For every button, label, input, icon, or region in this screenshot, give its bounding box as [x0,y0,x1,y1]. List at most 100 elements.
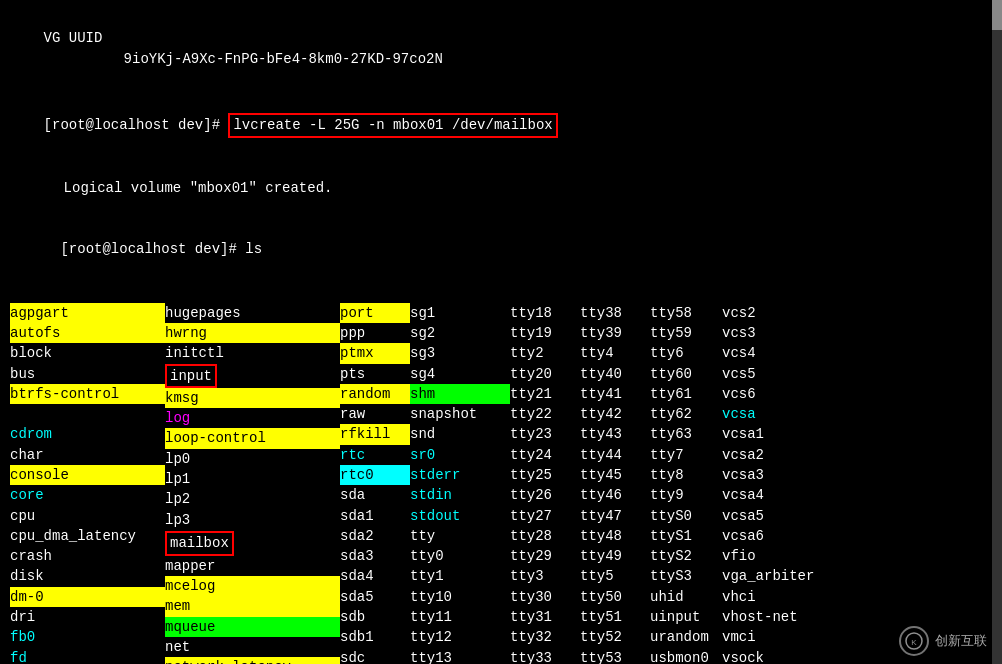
ls-item: vcsa4 [722,485,832,505]
ls-item: tty18 [510,303,580,323]
svg-text:K: K [911,638,917,647]
ls-item: snapshot [410,404,510,424]
ls-item: disk [10,566,165,586]
ls-item: sdc [340,648,410,664]
ls-col3: port ppp ptmx pts random raw rfkill rtc … [340,303,410,664]
ls-item: initctl [165,343,340,363]
ls-item: vcs3 [722,323,832,343]
ls-item: tty38 [580,303,650,323]
watermark-icon: K [905,632,923,650]
ls-item: mqueue [165,617,340,637]
ls-col5: tty18 tty19 tty2 tty20 tty21 tty22 tty23… [510,303,580,664]
ls-line: [root@localhost dev]# ls 创建逻辑区，-L:划分大小，-… [10,219,992,302]
ls-item: kmsg [165,388,340,408]
ls-item: tty26 [510,485,580,505]
ls-item: tty1 [410,566,510,586]
ls-item: vcs6 [722,384,832,404]
watermark-logo: K [899,626,929,656]
ls-item: ttyS3 [650,566,722,586]
ls-item: ptmx [340,343,410,363]
ls-item: tty20 [510,364,580,384]
ls-item: tty24 [510,445,580,465]
ls-item: tty51 [580,607,650,627]
ls-item: rtc0 [340,465,410,485]
ls-item: tty8 [650,465,722,485]
lvcreate-line: [root@localhost dev]# lvcreate -L 25G -n… [10,93,992,158]
ls-item: vcsa2 [722,445,832,465]
ls-item: mapper [165,556,340,576]
ls-item: sda4 [340,566,410,586]
ls-item: sda5 [340,587,410,607]
ls-item: lp3 卷组 [165,510,340,532]
ls-item: sda [340,485,410,505]
ls-item: vcs5 [722,364,832,384]
ls-item: stdout [410,506,510,526]
ls-item: tty25 [510,465,580,485]
ls-item: sr0 [410,445,510,465]
ls-col7: tty58 tty59 tty6 tty60 tty61 tty62 tty63… [650,303,722,664]
ls-item: ppp [340,323,410,343]
ls-item: tty6 [650,343,722,363]
ls-col6: tty38 tty39 tty4 tty40 tty41 tty42 tty43… [580,303,650,664]
ls-item: vsock [722,648,832,664]
ls-item: sg3 [410,343,510,363]
ls-item: tty53 [580,648,650,664]
ls-item: tty29 [510,546,580,566]
ls-item: tty63 [650,424,722,444]
lvcreate-result: Logical volume "mbox01" created. [64,180,333,196]
ls-item: tty46 [580,485,650,505]
lvcreate-command: lvcreate -L 25G -n mbox01 /dev/mailbox [228,113,557,137]
ls-item: network_latency [165,657,340,664]
ls-item: tty48 [580,526,650,546]
ls-item: tty27 [510,506,580,526]
ls-item: tty21 [510,384,580,404]
ls-item: vhci [722,587,832,607]
ls-item: tty45 [580,465,650,485]
ls-item: sda1 [340,506,410,526]
ls-item: tty62 [650,404,722,424]
ls-item: rtc [340,445,410,465]
ls-item: tty11 [410,607,510,627]
ls-item: hugepages [165,303,340,323]
scrollbar[interactable] [992,0,1002,664]
ls-item: port [340,303,410,323]
annotation-main: 创建逻辑区，-L:划分大小，-n写个名称 设置中的卷组 [100,262,496,279]
ls-item: tty33 [510,648,580,664]
ls-item: input [165,364,340,388]
ls-item: vcsa5 [722,506,832,526]
ls-item: fd [10,648,165,664]
ls-item: random [340,384,410,404]
ls-item [10,404,165,424]
ls-item: ttyS2 [650,546,722,566]
ls-item: vcs2 [722,303,832,323]
ls-item: tty60 [650,364,722,384]
ls-item: lp2 [165,489,340,509]
ls-item: mcelog [165,576,340,596]
vg-uuid-label: VG UUID [44,30,103,46]
ls-item: mailbox [165,531,340,555]
ls-item: tty13 [410,648,510,664]
ls-item: tty3 [510,566,580,586]
ls-item: vcsa3 [722,465,832,485]
ls-item: cpu_dma_latency [10,526,165,546]
ls-item: urandom [650,627,722,647]
ls-item: tty22 [510,404,580,424]
ls-item: tty39 [580,323,650,343]
ls-item: log [165,408,340,428]
ls-item: char [10,445,165,465]
ls-item: btrfs-control [10,384,165,404]
prompt: [root@localhost dev]# [44,117,229,133]
ls-item: dri [10,607,165,627]
input-item: input [165,364,217,388]
ls-item: autofs [10,323,165,343]
ls-item: fb0 [10,627,165,647]
ls-item: tty7 [650,445,722,465]
ls-item: tty49 [580,546,650,566]
ls-item: tty44 [580,445,650,465]
ls-item: stderr [410,465,510,485]
scrollbar-thumb[interactable] [992,0,1002,30]
ls-item: net [165,637,340,657]
ls-item: cpu [10,506,165,526]
ls-col4: sg1 sg2 sg3 sg4 shm snapshot snd sr0 std… [410,303,510,664]
ls-item: tty2 [510,343,580,363]
